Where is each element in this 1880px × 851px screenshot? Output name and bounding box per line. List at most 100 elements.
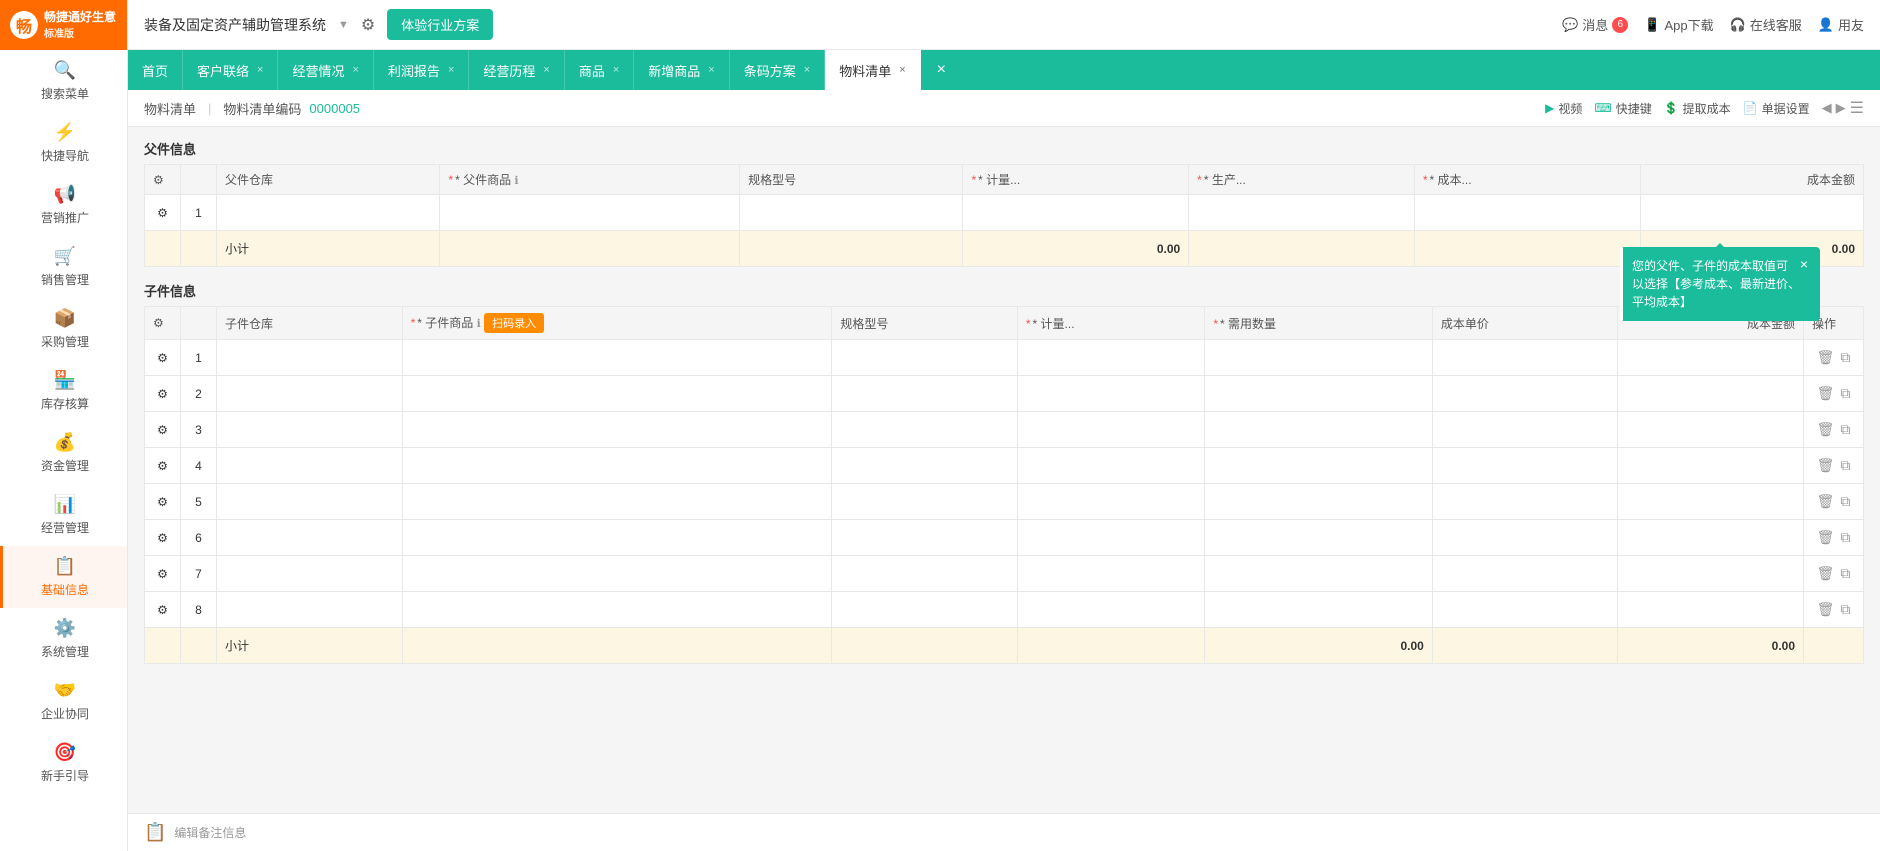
child-cell-unitcost-7[interactable] (1432, 556, 1618, 592)
tab-customer-close[interactable]: × (257, 64, 263, 76)
delete-icon-4[interactable]: 🗑 (1817, 457, 1835, 474)
tab-goods-close[interactable]: × (613, 64, 619, 76)
tab-bom-close[interactable]: × (899, 64, 905, 76)
child-cell-unitcost-6[interactable] (1432, 520, 1618, 556)
child-cell-spec-5[interactable] (832, 484, 1018, 520)
view-btn[interactable]: ▶ 视频 (1545, 100, 1582, 117)
delete-icon-3[interactable]: 🗑 (1817, 421, 1835, 438)
child-cell-goods-1[interactable] (402, 340, 832, 376)
sidebar-item-marketing[interactable]: 📢 营销推广 (0, 174, 127, 236)
nav-next-icon[interactable]: ▶ (1836, 100, 1846, 116)
parent-cell-produce-1[interactable] (1189, 195, 1415, 231)
child-cell-goods-5[interactable] (402, 484, 832, 520)
delete-icon-5[interactable]: 🗑 (1817, 493, 1835, 510)
tab-bom[interactable]: 物料清单 × (825, 50, 920, 90)
child-cell-spec-7[interactable] (832, 556, 1018, 592)
child-cell-needed-1[interactable] (1205, 340, 1432, 376)
child-cell-needed-6[interactable] (1205, 520, 1432, 556)
child-cell-unitcost-2[interactable] (1432, 376, 1618, 412)
delete-icon-2[interactable]: 🗑 (1817, 385, 1835, 402)
sidebar-item-sales[interactable]: 🛒 销售管理 (0, 236, 127, 298)
tab-barcode-close[interactable]: × (804, 64, 810, 76)
tab-newgoods[interactable]: 新增商品 × (634, 50, 729, 90)
child-cell-unitcost-8[interactable] (1432, 592, 1618, 628)
tab-goods[interactable]: 商品 × (565, 50, 634, 90)
copy-icon-4[interactable]: ⧉ (1840, 457, 1850, 474)
sidebar-item-operation[interactable]: 📊 经营管理 (0, 484, 127, 546)
child-cell-goods-4[interactable] (402, 448, 832, 484)
copy-icon-6[interactable]: ⧉ (1840, 529, 1850, 546)
child-cell-qty-2[interactable] (1017, 376, 1204, 412)
child-cell-qty-4[interactable] (1017, 448, 1204, 484)
copy-icon-2[interactable]: ⧉ (1840, 385, 1850, 402)
child-cell-needed-3[interactable] (1205, 412, 1432, 448)
tab-history-close[interactable]: × (543, 64, 549, 76)
settings-icon[interactable]: ⚙ (361, 15, 375, 35)
tab-customer[interactable]: 客户联络 × (183, 50, 278, 90)
delete-icon-7[interactable]: 🗑 (1817, 565, 1835, 582)
child-cell-unitcost-3[interactable] (1432, 412, 1618, 448)
child-cell-goods-2[interactable] (402, 376, 832, 412)
child-cell-needed-4[interactable] (1205, 448, 1432, 484)
child-cell-qty-1[interactable] (1017, 340, 1204, 376)
child-cell-qty-7[interactable] (1017, 556, 1204, 592)
child-cell-qty-6[interactable] (1017, 520, 1204, 556)
child-cell-spec-3[interactable] (832, 412, 1018, 448)
parent-cell-cost-1[interactable] (1414, 195, 1640, 231)
child-cell-warehouse-1[interactable] (217, 340, 403, 376)
copy-icon-3[interactable]: ⧉ (1840, 421, 1850, 438)
child-cell-spec-2[interactable] (832, 376, 1018, 412)
extract-cost-btn[interactable]: 💲 提取成本 (1664, 100, 1731, 117)
child-cell-qty-3[interactable] (1017, 412, 1204, 448)
tab-operation[interactable]: 经营情况 × (278, 50, 373, 90)
tab-profit-close[interactable]: × (448, 64, 454, 76)
tab-operation-close[interactable]: × (352, 64, 358, 76)
sidebar-item-inventory[interactable]: 🏪 库存核算 (0, 360, 127, 422)
tab-newgoods-close[interactable]: × (708, 64, 714, 76)
footer-text[interactable]: 编辑备注信息 (174, 824, 246, 841)
sidebar-item-guide[interactable]: 🎯 新手引导 (0, 732, 127, 794)
tab-profit[interactable]: 利润报告 × (374, 50, 469, 90)
nav-close-all[interactable]: × (937, 61, 946, 79)
single-setting-btn[interactable]: 📄 单据设置 (1743, 100, 1810, 117)
child-cell-spec-1[interactable] (832, 340, 1018, 376)
parent-cell-warehouse-1[interactable] (217, 195, 440, 231)
sidebar-item-purchase[interactable]: 📦 采购管理 (0, 298, 127, 360)
sidebar-item-system[interactable]: ⚙️ 系统管理 (0, 608, 127, 670)
tab-home[interactable]: 首页 (128, 50, 183, 90)
delete-icon-1[interactable]: 🗑 (1817, 349, 1835, 366)
child-cell-needed-7[interactable] (1205, 556, 1432, 592)
child-cell-unitcost-1[interactable] (1432, 340, 1618, 376)
child-cell-warehouse-7[interactable] (217, 556, 403, 592)
child-cell-goods-6[interactable] (402, 520, 832, 556)
nav-prev-icon[interactable]: ◀ (1822, 100, 1832, 116)
child-cell-warehouse-3[interactable] (217, 412, 403, 448)
child-cell-warehouse-6[interactable] (217, 520, 403, 556)
sidebar-item-finance[interactable]: 💰 资金管理 (0, 422, 127, 484)
tab-history[interactable]: 经营历程 × (469, 50, 564, 90)
child-cell-warehouse-8[interactable] (217, 592, 403, 628)
child-cell-unitcost-4[interactable] (1432, 448, 1618, 484)
delete-icon-6[interactable]: 🗑 (1817, 529, 1835, 546)
message-action[interactable]: 💬 消息 6 (1562, 15, 1628, 34)
child-cell-goods-3[interactable] (402, 412, 832, 448)
child-cell-needed-2[interactable] (1205, 376, 1432, 412)
shortcut-btn[interactable]: ⌨ 快捷键 (1594, 100, 1651, 117)
child-cell-qty-8[interactable] (1017, 592, 1204, 628)
copy-icon-1[interactable]: ⧉ (1840, 349, 1850, 366)
child-cell-goods-7[interactable] (402, 556, 832, 592)
child-cell-unitcost-5[interactable] (1432, 484, 1618, 520)
list-view-icon[interactable]: ☰ (1850, 98, 1864, 118)
scan-button[interactable]: 扫码录入 (484, 313, 544, 333)
child-cell-warehouse-4[interactable] (217, 448, 403, 484)
tab-barcode[interactable]: 条码方案 × (730, 50, 825, 90)
user-action[interactable]: 👤 用友 (1818, 15, 1864, 34)
child-cell-needed-5[interactable] (1205, 484, 1432, 520)
child-cell-spec-6[interactable] (832, 520, 1018, 556)
child-cell-needed-8[interactable] (1205, 592, 1432, 628)
parent-cell-spec-1[interactable] (740, 195, 963, 231)
delete-icon-8[interactable]: 🗑 (1817, 601, 1835, 618)
copy-icon-5[interactable]: ⧉ (1840, 493, 1850, 510)
sidebar-item-quicknav[interactable]: ⚡ 快捷导航 (0, 112, 127, 174)
child-cell-goods-8[interactable] (402, 592, 832, 628)
